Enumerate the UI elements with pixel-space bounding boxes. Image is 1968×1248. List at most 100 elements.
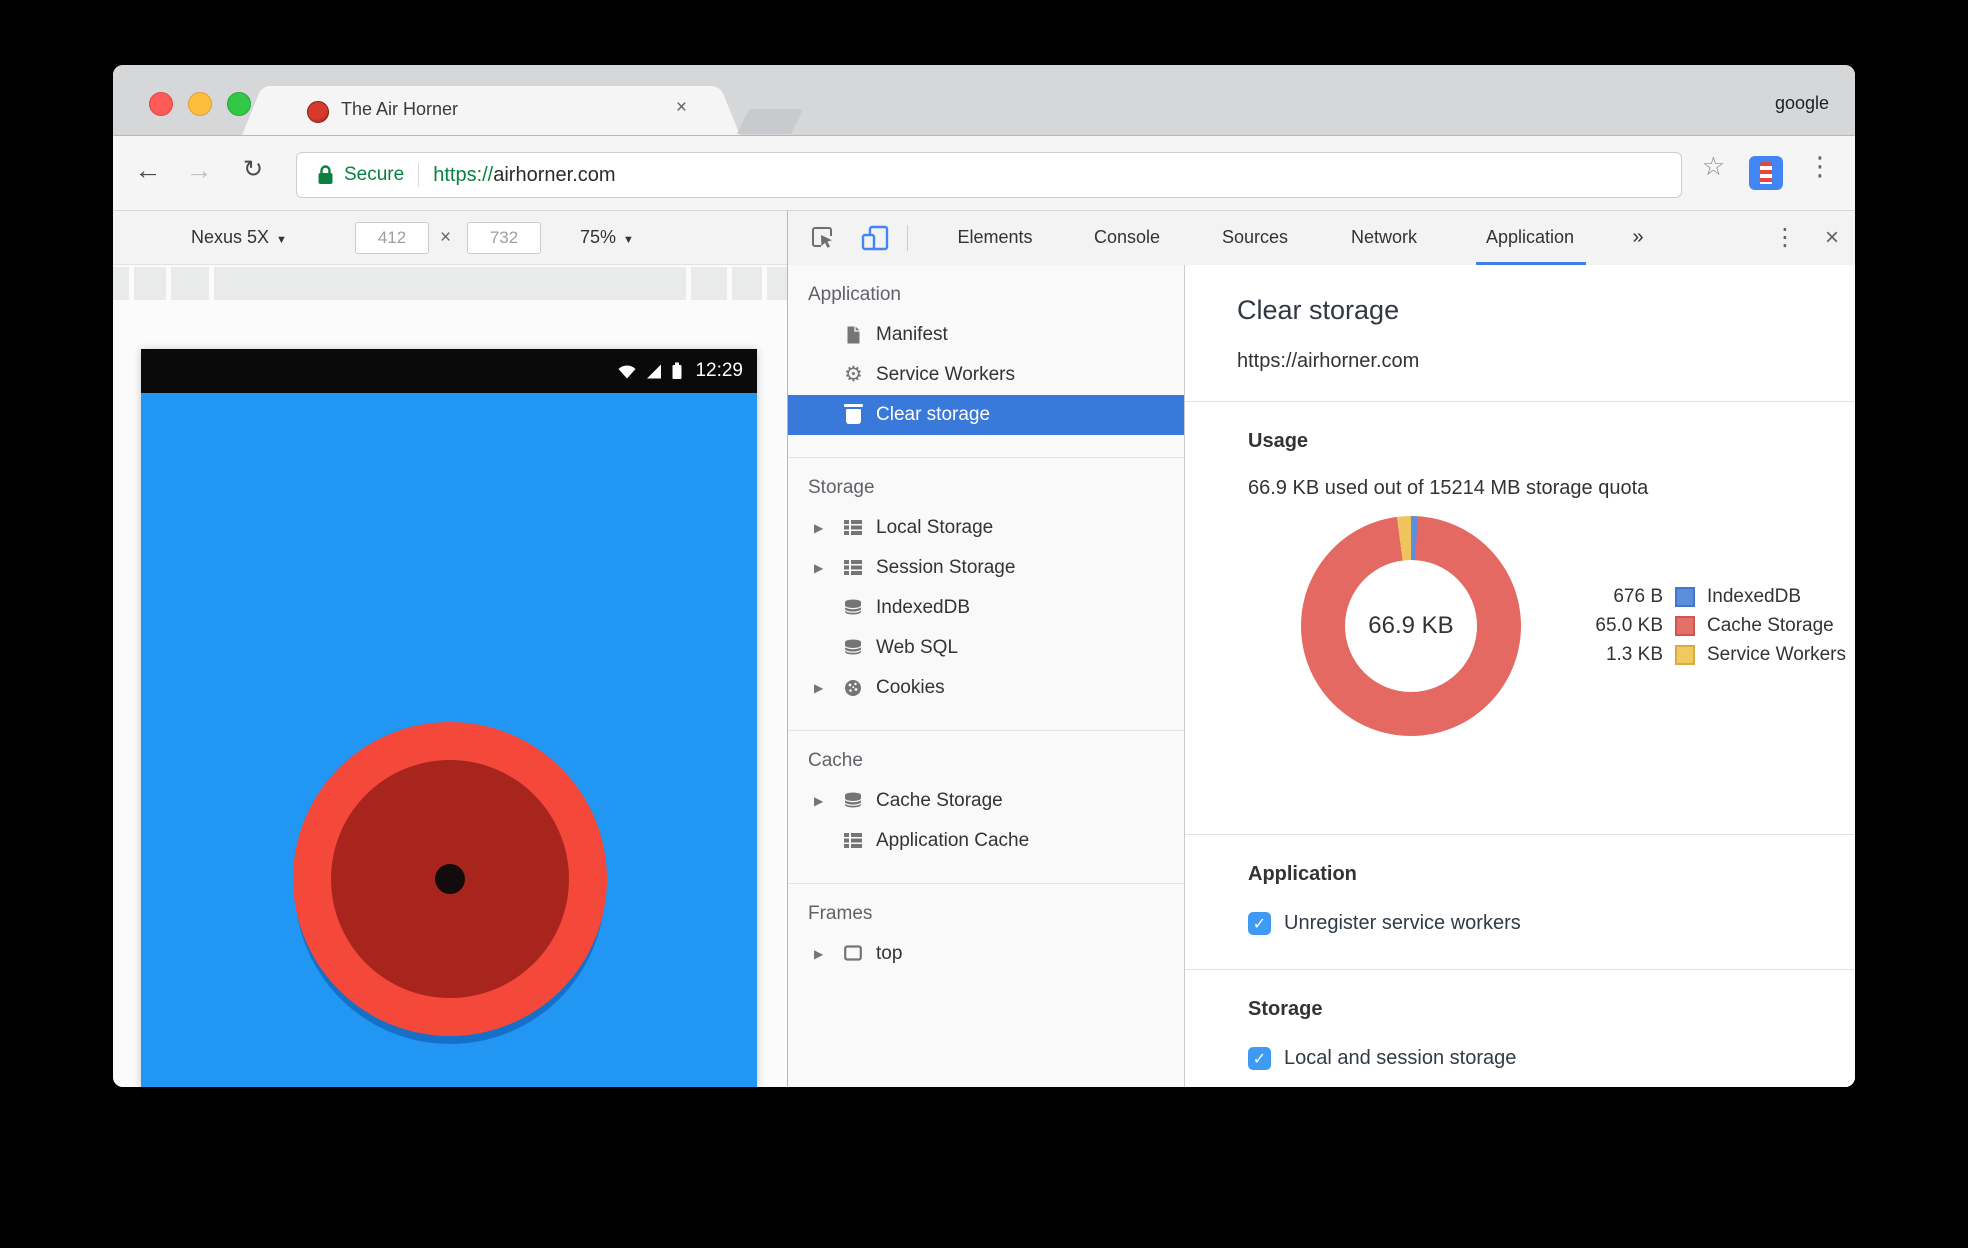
sidebar-item-top-frame[interactable]: ▶ top: [788, 934, 1184, 974]
table-icon: [844, 832, 862, 850]
section-header: Storage: [808, 477, 875, 498]
tab-close-icon[interactable]: ×: [676, 97, 687, 119]
disclosure-triangle-icon[interactable]: ▶: [814, 668, 823, 708]
screenshot-stage: The Air Horner × google ← → ↻ Secure htt: [0, 0, 1968, 1248]
table-icon: [844, 559, 862, 577]
devtools-body: Application Manifest ⚙ Service Workers C…: [788, 265, 1855, 1087]
check-icon: ✓: [1252, 915, 1267, 933]
tab-console[interactable]: Console: [1094, 211, 1160, 264]
sidebar-item-session-storage[interactable]: ▶ Session Storage: [788, 548, 1184, 588]
donut-ring: 66.9 KB: [1301, 516, 1521, 736]
sidebar-item-cache-storage[interactable]: ▶ Cache Storage: [788, 781, 1184, 821]
cellular-signal-icon: [647, 364, 662, 378]
chart-legend: 676 B IndexedDB 65.0 KB Cache Storage 1.…: [1523, 582, 1846, 669]
sidebar-item-clear-storage[interactable]: Clear storage: [788, 395, 1184, 435]
sidebar-item-application-cache[interactable]: Application Cache: [788, 821, 1184, 861]
checkbox-row-unregister-sw[interactable]: ✓ Unregister service workers: [1237, 912, 1855, 935]
section-header: Application: [808, 284, 901, 305]
more-tabs-icon[interactable]: »: [1632, 211, 1643, 264]
inspect-element-icon[interactable]: [809, 224, 837, 252]
browser-tab[interactable]: The Air Horner ×: [265, 86, 717, 135]
legend-row-service-workers: 1.3 KB Service Workers: [1605, 643, 1847, 665]
browser-window: The Air Horner × google ← → ↻ Secure htt: [113, 65, 1855, 1087]
sidebar-section-cache: Cache ▶ Cache Storage Application Cache: [788, 731, 1184, 884]
media-query-segment: [214, 267, 686, 300]
sidebar-section-frames: Frames ▶ top: [788, 884, 1184, 996]
divider: [1185, 969, 1855, 970]
media-query-bar: [113, 267, 787, 300]
air-horn-inner-ring: [331, 760, 569, 998]
sidebar-item-service-workers[interactable]: ⚙ Service Workers: [788, 355, 1184, 395]
devtools-close-icon[interactable]: ×: [1825, 211, 1839, 264]
section-header: Cache: [808, 750, 863, 771]
profile-name[interactable]: google: [1775, 93, 1829, 114]
navigation-toolbar: ← → ↻ Secure https:// airhorner.com ☆ ⋮: [113, 136, 1855, 211]
sidebar-item-indexeddb[interactable]: IndexedDB: [788, 588, 1184, 628]
url-scheme: https://: [433, 163, 494, 186]
panel-title: Clear storage: [1237, 295, 1400, 325]
reload-icon[interactable]: ↻: [233, 150, 273, 190]
section-header: Frames: [808, 903, 873, 924]
tab-strip: The Air Horner × google: [113, 65, 1855, 136]
disclosure-triangle-icon[interactable]: ▶: [814, 934, 823, 974]
status-bar-clock: 12:29: [695, 360, 743, 381]
media-query-segment: [767, 267, 787, 300]
tab-network[interactable]: Network: [1351, 211, 1417, 264]
back-icon[interactable]: ←: [128, 150, 168, 190]
donut-center-label: 66.9 KB: [1345, 560, 1477, 692]
table-icon: [844, 519, 862, 537]
sidebar-item-web-sql[interactable]: Web SQL: [788, 628, 1184, 668]
legend-row-cache-storage: 65.0 KB Cache Storage: [1595, 614, 1834, 636]
sidebar-section-application: Application Manifest ⚙ Service Workers C…: [788, 265, 1184, 458]
disclosure-triangle-icon[interactable]: ▶: [814, 508, 823, 548]
trash-icon: [844, 404, 863, 424]
minimize-window-button[interactable]: [188, 92, 212, 116]
media-query-segment: [171, 267, 209, 300]
disclosure-triangle-icon[interactable]: ▶: [814, 548, 823, 588]
toggle-device-toolbar-icon[interactable]: [861, 224, 889, 252]
tab-sources[interactable]: Sources: [1222, 211, 1288, 264]
sidebar-item-cookies[interactable]: ▶ Cookies: [788, 668, 1184, 708]
bookmark-star-icon[interactable]: ☆: [1702, 151, 1725, 182]
forward-icon: →: [185, 155, 213, 185]
sidebar-section-storage: Storage ▶ Local Storage ▶ Session Storag…: [788, 458, 1184, 731]
legend-swatch-service-workers: [1675, 644, 1695, 665]
device-selector[interactable]: Nexus 5X ▼: [191, 211, 287, 264]
fullscreen-window-button[interactable]: [227, 92, 251, 116]
sidebar-item-manifest[interactable]: Manifest: [788, 315, 1184, 355]
wifi-icon: [618, 364, 636, 378]
tab-application[interactable]: Application: [1486, 211, 1574, 264]
site-favicon: [307, 101, 329, 123]
tab-elements[interactable]: Elements: [957, 211, 1032, 264]
emulated-viewport: 12:29: [141, 349, 757, 1087]
toolbar-divider: [907, 225, 908, 251]
new-tab-button[interactable]: [736, 109, 804, 134]
viewport-height-input[interactable]: [467, 222, 541, 254]
checkbox-checked[interactable]: ✓: [1248, 1047, 1271, 1070]
dimensions-times-icon: ×: [440, 227, 452, 248]
checkbox-checked[interactable]: ✓: [1248, 912, 1271, 935]
content-area: Nexus 5X▼ × 75%▼: [113, 211, 1855, 1087]
air-horn-button[interactable]: [293, 722, 607, 1036]
viewport-width-input[interactable]: [355, 222, 429, 254]
frame-icon: [844, 945, 862, 963]
airhorner-page: [141, 393, 757, 1087]
media-query-segment: [134, 267, 166, 300]
lighthouse-extension-icon[interactable]: [1749, 156, 1783, 190]
check-icon: ✓: [1252, 1050, 1267, 1068]
security-label[interactable]: Secure: [344, 164, 404, 186]
zoom-selector[interactable]: 75% ▼: [580, 211, 634, 264]
devtools-panel: Elements Console Sources Network Applica…: [787, 211, 1855, 1087]
omnibox-divider: [418, 163, 420, 187]
disclosure-triangle-icon[interactable]: ▶: [814, 781, 823, 821]
database-icon: [844, 639, 862, 657]
chevron-down-icon: ▼: [276, 234, 287, 246]
checkbox-row-local-session[interactable]: ✓ Local and session storage: [1237, 1047, 1855, 1070]
address-bar[interactable]: Secure https:// airhorner.com: [296, 152, 1682, 198]
legend-swatch-cache-storage: [1675, 615, 1695, 636]
clear-storage-panel: Clear storage https://airhorner.com Usag…: [1185, 265, 1855, 1087]
sidebar-item-local-storage[interactable]: ▶ Local Storage: [788, 508, 1184, 548]
devtools-menu-icon[interactable]: ⋮: [1773, 211, 1797, 264]
browser-menu-icon[interactable]: ⋮: [1807, 151, 1833, 182]
close-window-button[interactable]: [149, 92, 173, 116]
